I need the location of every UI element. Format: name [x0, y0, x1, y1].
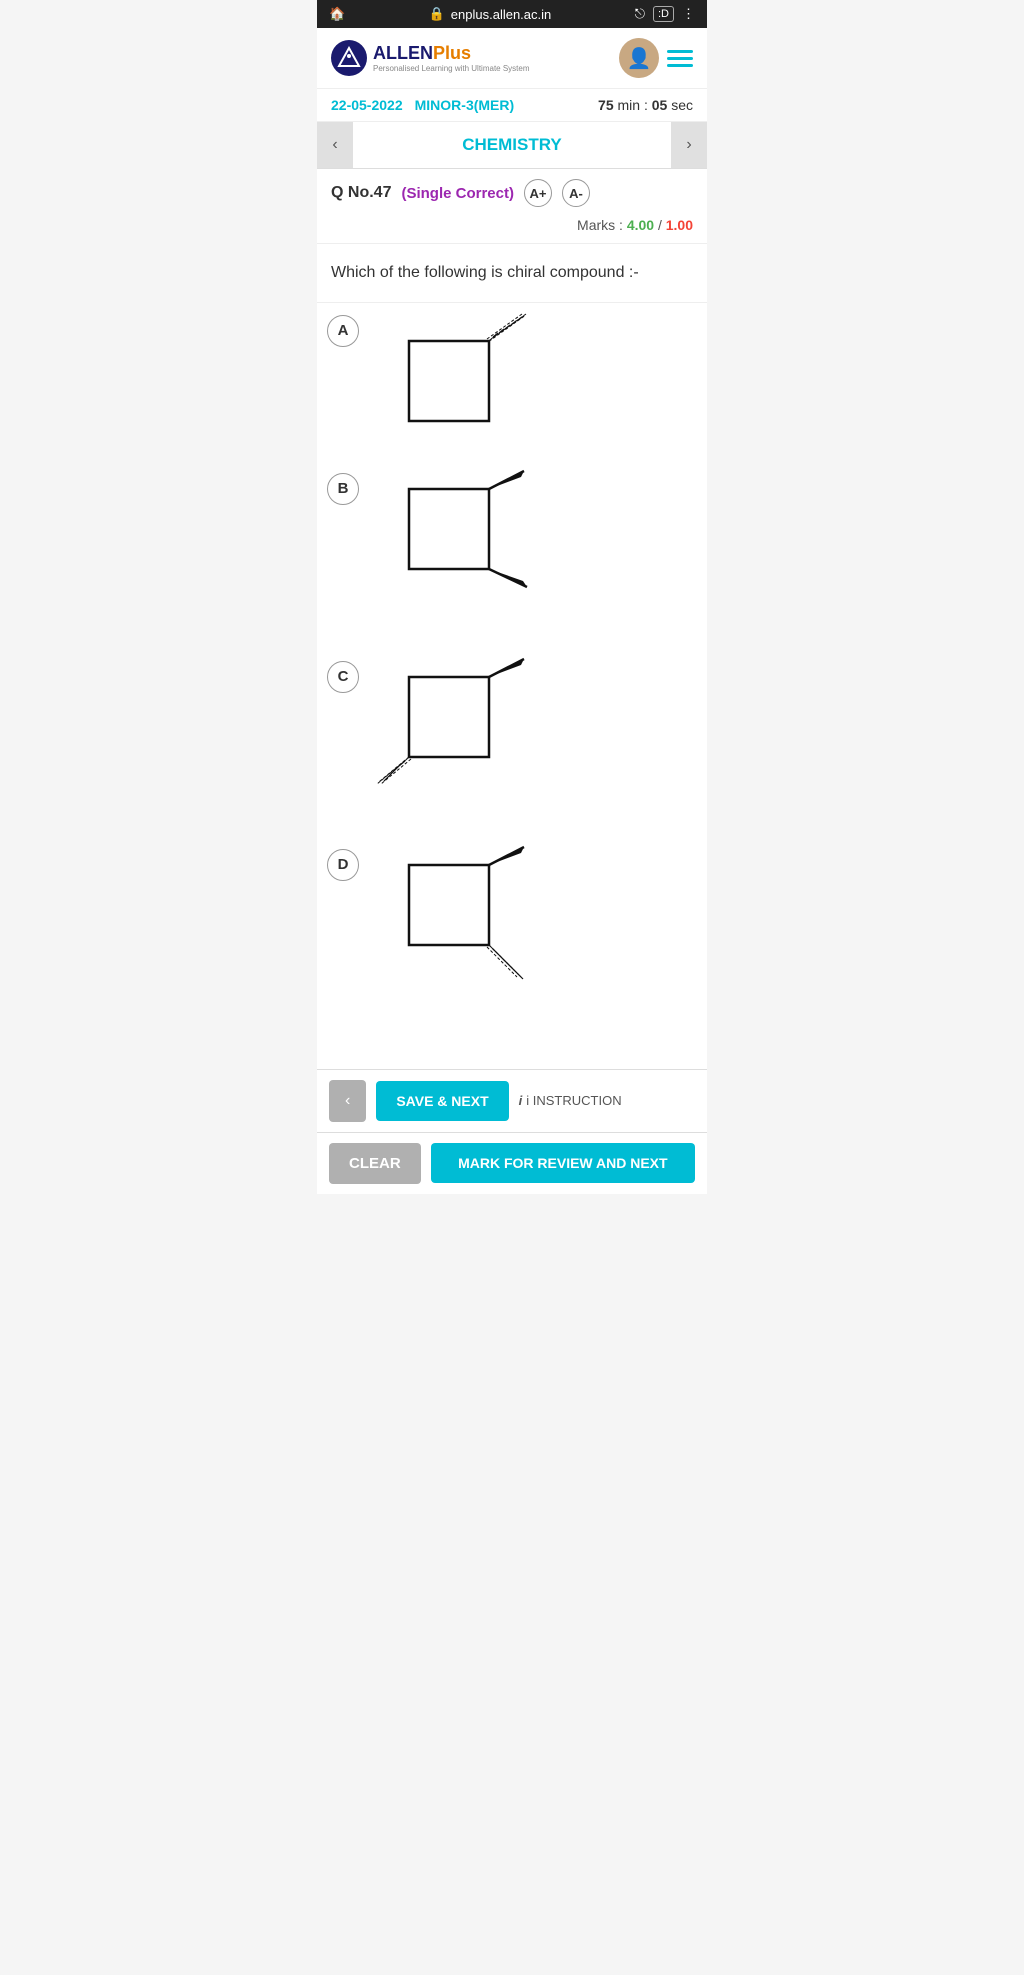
option-d[interactable]: D	[327, 845, 697, 1025]
hamburger-menu[interactable]	[667, 50, 693, 67]
timer-min: 75	[598, 97, 614, 113]
question-body: Which of the following is chiral compoun…	[317, 244, 707, 303]
bottom-bar: ‹ SAVE & NEXT i i INSTRUCTION	[317, 1069, 707, 1132]
logo-area: ALLENPlus Personalised Learning with Ult…	[331, 40, 530, 76]
font-increase-button[interactable]: A+	[524, 179, 552, 207]
chevron-right-icon: ›	[686, 136, 691, 154]
question-number: Q No.47	[331, 184, 391, 202]
options-container: A B	[317, 303, 707, 1069]
back-icon: ‹	[345, 1092, 350, 1110]
bottom-bar-2: CLEAR MARK FOR REVIEW AND NEXT	[317, 1132, 707, 1194]
question-type: (Single Correct)	[401, 185, 514, 202]
logo-title: ALLENPlus	[373, 43, 530, 64]
subheader: 22-05-2022 MINOR-3(MER) 75 min : 05 sec	[317, 89, 707, 122]
lock-icon: 🔒	[429, 6, 445, 22]
prev-subject-button[interactable]: ‹	[317, 122, 353, 168]
logo-text: ALLENPlus Personalised Learning with Ult…	[373, 43, 530, 73]
option-b-structure	[369, 469, 549, 629]
option-c[interactable]: C	[327, 657, 697, 817]
option-d-circle: D	[327, 849, 359, 881]
subject-nav: ‹ CHEMISTRY ›	[317, 122, 707, 169]
home-icon: 🏠	[329, 6, 345, 22]
chevron-left-icon: ‹	[332, 136, 337, 154]
option-a-circle: A	[327, 315, 359, 347]
logo-subtitle: Personalised Learning with Ultimate Syst…	[373, 64, 530, 73]
avatar: 👤	[619, 38, 659, 78]
back-button[interactable]: ‹	[329, 1080, 366, 1122]
subject-title: CHEMISTRY	[353, 123, 671, 167]
option-d-structure	[369, 845, 569, 1025]
status-bar: 🏠 🔒 enplus.allen.ac.in ⎋ :D ⋮	[317, 0, 707, 28]
option-a-content	[369, 311, 697, 441]
option-a[interactable]: A	[327, 311, 697, 441]
info-icon: i	[519, 1093, 523, 1108]
save-next-button[interactable]: SAVE & NEXT	[376, 1081, 508, 1121]
option-c-content	[369, 657, 697, 817]
header-right: 👤	[619, 38, 693, 78]
more-menu-icon[interactable]: ⋮	[682, 6, 695, 22]
url-bar[interactable]: 🔒 enplus.allen.ac.in	[345, 6, 635, 22]
option-b-circle: B	[327, 473, 359, 505]
font-decrease-button[interactable]: A-	[562, 179, 590, 207]
instruction-button[interactable]: i i INSTRUCTION	[519, 1093, 622, 1108]
logo-icon	[331, 40, 367, 76]
option-c-circle: C	[327, 661, 359, 693]
marks-info: Marks : 4.00 / 1.00	[577, 217, 693, 233]
exam-date: 22-05-2022	[331, 97, 403, 113]
question-header: Q No.47 (Single Correct) A+ A- Marks : 4…	[317, 169, 707, 244]
instruction-label: i INSTRUCTION	[526, 1093, 621, 1108]
app-header: ALLENPlus Personalised Learning with Ult…	[317, 28, 707, 89]
option-b[interactable]: B	[327, 469, 697, 629]
status-icons: ⎋ :D ⋮	[635, 6, 695, 22]
url-text: enplus.allen.ac.in	[451, 7, 551, 22]
option-a-structure	[369, 311, 549, 441]
exam-name: MINOR-3(MER)	[415, 97, 515, 113]
timer-sec: 05	[652, 97, 668, 113]
option-b-content	[369, 469, 697, 629]
question-text: Which of the following is chiral compoun…	[331, 264, 639, 281]
subheader-left: 22-05-2022 MINOR-3(MER)	[331, 97, 514, 113]
mark-review-button[interactable]: MARK FOR REVIEW AND NEXT	[431, 1143, 695, 1183]
share-icon[interactable]: ⎋	[635, 6, 645, 22]
next-subject-button[interactable]: ›	[671, 122, 707, 168]
d-badge: :D	[653, 6, 674, 22]
option-d-content	[369, 845, 697, 1025]
clear-button[interactable]: CLEAR	[329, 1143, 421, 1184]
option-c-structure	[369, 657, 549, 817]
timer: 75 min : 05 sec	[598, 97, 693, 113]
